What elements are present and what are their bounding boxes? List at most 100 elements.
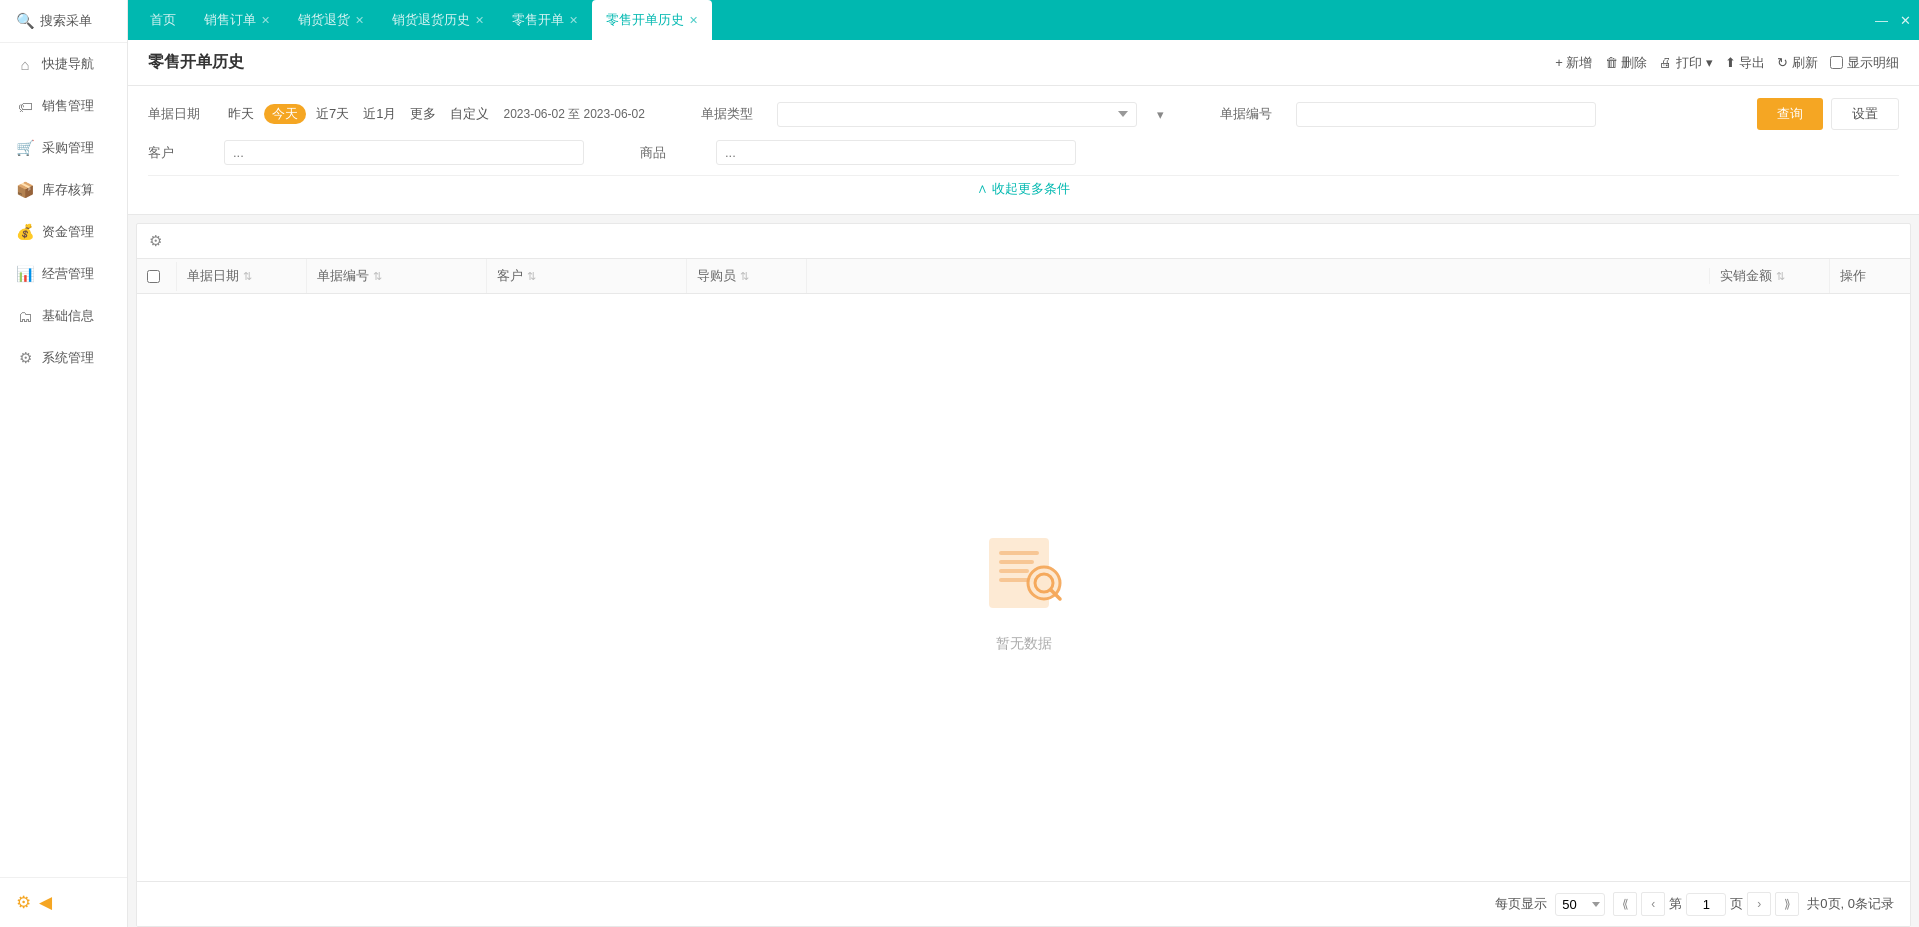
print-chevron-icon: ▾ <box>1706 55 1713 70</box>
collapse-icon[interactable]: ◀ <box>39 892 52 913</box>
tab-retail-open-close[interactable]: ✕ <box>569 14 578 27</box>
first-page-button[interactable]: ⟪ <box>1613 892 1637 916</box>
tab-sales-order[interactable]: 销售订单 ✕ <box>190 0 284 40</box>
export-button[interactable]: ⬆ 导出 <box>1725 54 1766 72</box>
th-action-label: 操作 <box>1840 267 1866 285</box>
th-number[interactable]: 单据编号 ⇅ <box>307 259 487 293</box>
svg-rect-2 <box>999 560 1034 564</box>
type-filter-select[interactable] <box>777 102 1137 127</box>
page-label-after: 页 <box>1730 895 1743 913</box>
refresh-label: ↻ 刷新 <box>1777 54 1818 72</box>
sidebar-item-operations[interactable]: 📊 经营管理 <box>0 253 127 295</box>
th-amount[interactable]: 实销金额 ⇅ <box>1710 259 1830 293</box>
type-chevron-icon: ▾ <box>1157 107 1164 122</box>
sidebar: 🔍 搜索采单 ⌂ 快捷导航 🏷 销售管理 🛒 采购管理 📦 库存核算 💰 资金管… <box>0 0 128 927</box>
search-icon: 🔍 <box>16 12 34 30</box>
sidebar-item-finance[interactable]: 💰 资金管理 <box>0 211 127 253</box>
sidebar-item-label: 库存核算 <box>42 181 94 199</box>
tab-retail-open-label: 零售开单 <box>512 11 564 29</box>
table-container: ⚙ 单据日期 ⇅ 单据编号 ⇅ 客户 ⇅ 导购员 <box>136 223 1911 927</box>
customer-filter-input[interactable] <box>224 140 584 165</box>
display-detail-checkbox-label[interactable]: 显示明细 <box>1830 54 1899 72</box>
tab-sales-order-close[interactable]: ✕ <box>261 14 270 27</box>
query-button[interactable]: 查询 <box>1757 98 1823 130</box>
window-minimize-icon[interactable]: — <box>1875 13 1888 28</box>
pagination: 每页显示 50 100 ⟪ ‹ 第 页 › ⟫ 共0页, 0条记录 <box>137 881 1910 926</box>
sidebar-item-system[interactable]: ⚙ 系统管理 <box>0 337 127 379</box>
tag-icon: 🏷 <box>16 97 34 115</box>
tab-bar: 首页 销售订单 ✕ 销货退货 ✕ 销货退货历史 ✕ 零售开单 ✕ 零售开单历史 … <box>128 0 1919 40</box>
box-icon: 📦 <box>16 181 34 199</box>
tab-retail-open-history-close[interactable]: ✕ <box>689 14 698 27</box>
prev-page-button[interactable]: ‹ <box>1641 892 1665 916</box>
tab-sales-return-label: 销货退货 <box>298 11 350 29</box>
th-guide-label: 导购员 <box>697 267 736 285</box>
table-toolbar: ⚙ <box>137 224 1910 259</box>
refresh-button[interactable]: ↻ 刷新 <box>1777 54 1818 72</box>
tab-retail-open-history[interactable]: 零售开单历史 ✕ <box>592 0 712 40</box>
display-detail-checkbox[interactable] <box>1830 56 1843 69</box>
settings-icon: ⚙ <box>16 349 34 367</box>
settings-button[interactable]: 设置 <box>1831 98 1899 130</box>
sidebar-item-label: 销售管理 <box>42 97 94 115</box>
sidebar-item-quick-nav[interactable]: ⌂ 快捷导航 <box>0 43 127 85</box>
sidebar-item-purchase-mgmt[interactable]: 🛒 采购管理 <box>0 127 127 169</box>
filter-row-2: 客户 商品 <box>148 140 1899 165</box>
th-date[interactable]: 单据日期 ⇅ <box>177 259 307 293</box>
sidebar-item-label: 经营管理 <box>42 265 94 283</box>
svg-rect-1 <box>999 551 1039 555</box>
tab-sales-return[interactable]: 销货退货 ✕ <box>284 0 378 40</box>
date-opt-yesterday[interactable]: 昨天 <box>224 104 258 124</box>
date-opt-7days[interactable]: 近7天 <box>312 104 353 124</box>
sidebar-item-basic-info[interactable]: 🗂 基础信息 <box>0 295 127 337</box>
collapse-more-button[interactable]: ∧ 收起更多条件 <box>148 175 1899 202</box>
tab-home[interactable]: 首页 <box>136 0 190 40</box>
page-label-before: 第 <box>1669 895 1682 913</box>
sidebar-item-inventory[interactable]: 📦 库存核算 <box>0 169 127 211</box>
th-guide[interactable]: 导购员 ⇅ <box>687 259 807 293</box>
print-label: 🖨 打印 <box>1659 54 1702 72</box>
sidebar-item-label: 采购管理 <box>42 139 94 157</box>
date-opt-today[interactable]: 今天 <box>264 104 306 124</box>
date-opt-custom[interactable]: 自定义 <box>446 104 493 124</box>
goods-filter-input[interactable] <box>716 140 1076 165</box>
add-button[interactable]: + 新增 <box>1555 54 1592 72</box>
sidebar-item-sales-mgmt[interactable]: 🏷 销售管理 <box>0 85 127 127</box>
number-filter-input[interactable] <box>1296 102 1596 127</box>
filter-row-1: 单据日期 昨天 今天 近7天 近1月 更多 自定义 2023-06-02 至 2… <box>148 98 1899 130</box>
print-button[interactable]: 🖨 打印 ▾ <box>1659 54 1713 72</box>
gear-bottom-icon[interactable]: ⚙ <box>16 892 31 913</box>
sort-customer-icon: ⇅ <box>527 270 536 283</box>
sidebar-search[interactable]: 🔍 搜索采单 <box>0 0 127 43</box>
svg-rect-3 <box>999 569 1029 573</box>
collapse-label: ∧ 收起更多条件 <box>977 181 1070 196</box>
main-area: 首页 销售订单 ✕ 销货退货 ✕ 销货退货历史 ✕ 零售开单 ✕ 零售开单历史 … <box>128 0 1919 927</box>
tab-sales-return-history[interactable]: 销货退货历史 ✕ <box>378 0 498 40</box>
window-close-icon[interactable]: ✕ <box>1900 13 1911 28</box>
number-filter-label: 单据编号 <box>1220 105 1280 123</box>
toolbar: + 新增 🗑 删除 🖨 打印 ▾ ⬆ 导出 ↻ 刷新 显示明细 <box>1555 54 1899 72</box>
sidebar-search-label: 搜索采单 <box>40 12 92 30</box>
last-page-button[interactable]: ⟫ <box>1775 892 1799 916</box>
sidebar-item-label: 基础信息 <box>42 307 94 325</box>
tab-retail-open[interactable]: 零售开单 ✕ <box>498 0 592 40</box>
tab-home-label: 首页 <box>150 11 176 29</box>
page-size-select[interactable]: 50 100 <box>1555 893 1605 916</box>
delete-button[interactable]: 🗑 删除 <box>1605 54 1648 72</box>
select-all-checkbox[interactable] <box>147 270 160 283</box>
sidebar-item-label: 资金管理 <box>42 223 94 241</box>
delete-label: 🗑 删除 <box>1605 54 1648 72</box>
tab-sales-return-history-close[interactable]: ✕ <box>475 14 484 27</box>
date-opt-more[interactable]: 更多 <box>406 104 440 124</box>
th-date-label: 单据日期 <box>187 267 239 285</box>
next-page-button[interactable]: › <box>1747 892 1771 916</box>
date-range: 2023-06-02 至 2023-06-02 <box>503 106 644 123</box>
date-opt-1month[interactable]: 近1月 <box>359 104 400 124</box>
th-customer[interactable]: 客户 ⇅ <box>487 259 687 293</box>
chart-icon: 📊 <box>16 265 34 283</box>
tab-sales-return-close[interactable]: ✕ <box>355 14 364 27</box>
th-customer-label: 客户 <box>497 267 523 285</box>
add-label: + 新增 <box>1555 54 1592 72</box>
table-settings-icon[interactable]: ⚙ <box>149 232 162 250</box>
page-input[interactable] <box>1686 893 1726 916</box>
